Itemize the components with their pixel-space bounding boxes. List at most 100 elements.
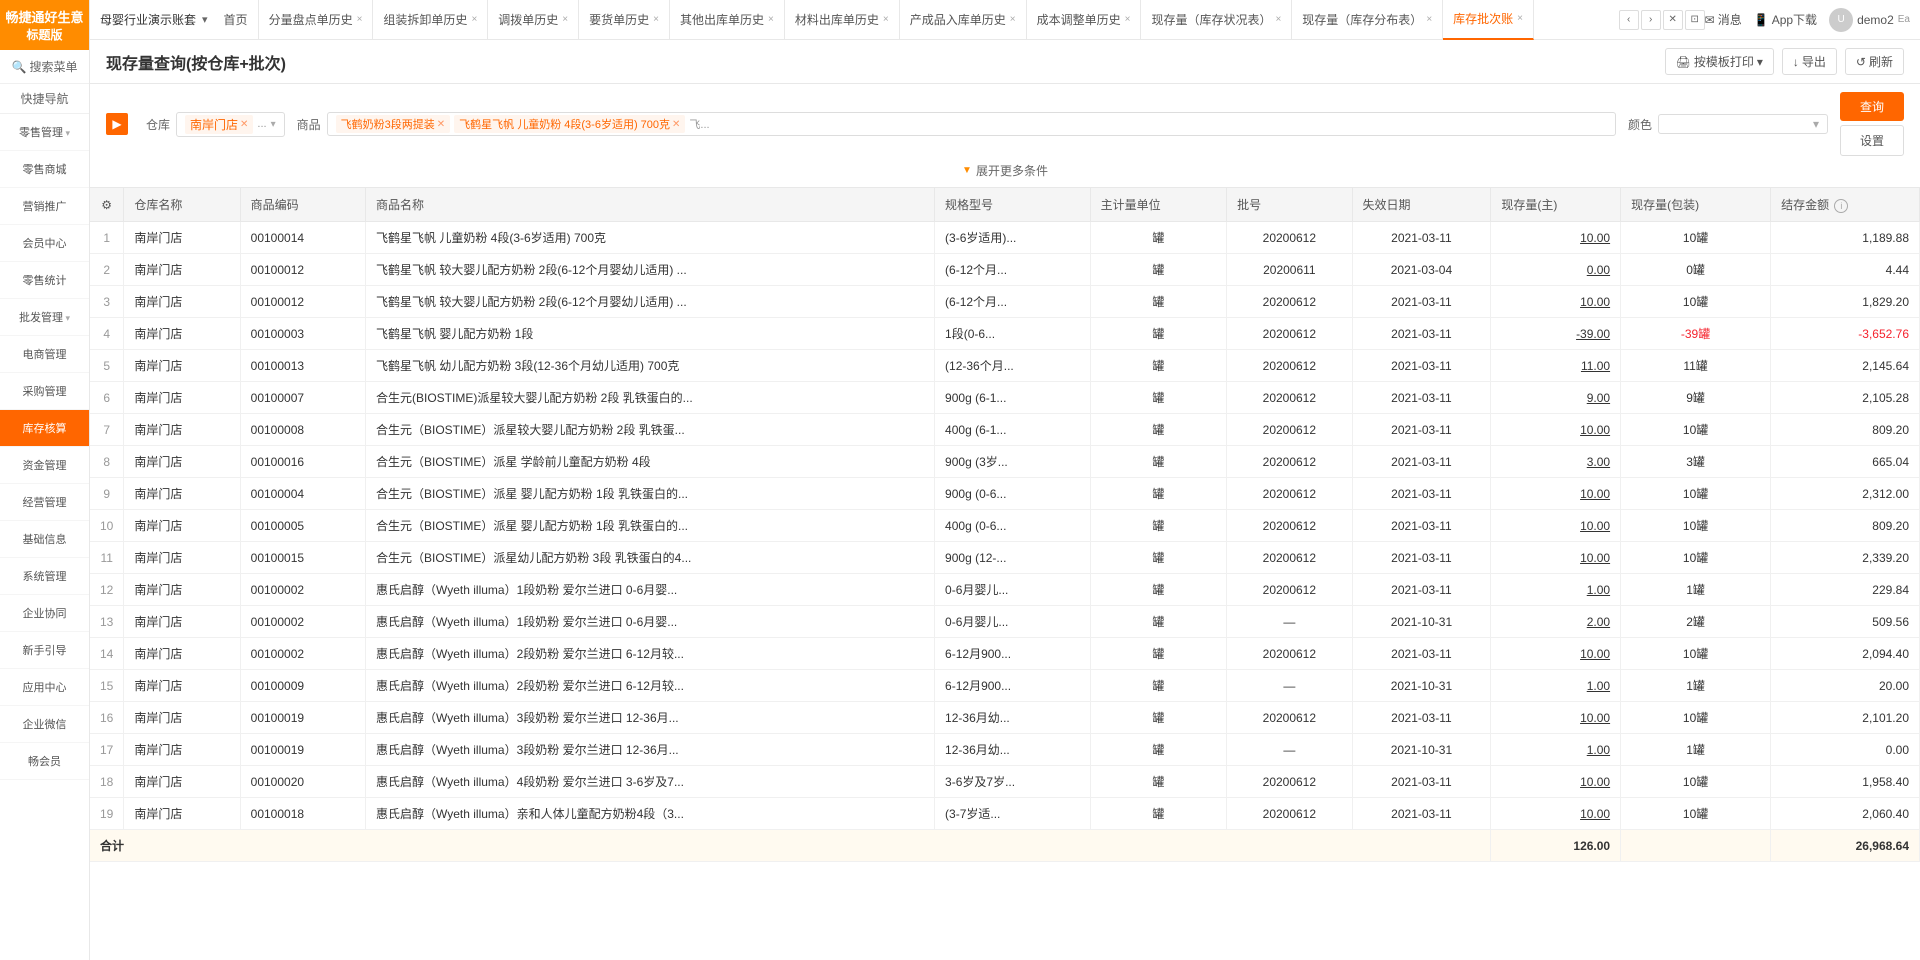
cell-qty-main[interactable]: 10.00: [1491, 542, 1621, 574]
warehouse-dropdown-icon[interactable]: ▾: [271, 119, 276, 130]
tab-close-btn[interactable]: ✕: [1663, 10, 1683, 30]
sidebar-item-inventory[interactable]: 库存核算: [0, 410, 89, 447]
cell-qty-main[interactable]: 10.00: [1491, 798, 1621, 830]
sidebar-search[interactable]: 🔍 搜索菜单: [0, 50, 89, 84]
sidebar-item-purchase-mgmt[interactable]: 采购管理: [0, 373, 89, 410]
template-print-btn[interactable]: 🖨 按模板打印 ▾: [1665, 48, 1774, 75]
sidebar-item-marketing[interactable]: 营销推广: [0, 188, 89, 225]
tab-close-7[interactable]: ×: [1010, 14, 1016, 25]
tab-label-11: 库存批次账: [1453, 10, 1513, 27]
query-btn[interactable]: 查询: [1840, 92, 1904, 121]
tab-2[interactable]: 组装拆卸单历史×: [373, 0, 488, 40]
sidebar-item-basic-info[interactable]: 基础信息: [0, 521, 89, 558]
user-avatar[interactable]: U demo2 Ea: [1829, 8, 1910, 32]
table-header-row: ⚙ 仓库名称 商品编码 商品名称 规格型号 主计量单位 批号 失效日期 现存量(…: [90, 188, 1920, 222]
app-download-btn[interactable]: 📱 App下载: [1754, 11, 1817, 28]
sidebar-item-member[interactable]: 畅会员: [0, 743, 89, 780]
product-tag-close-1[interactable]: ✕: [672, 119, 680, 130]
warehouse-tag-group[interactable]: 南岸门店 ✕ ... ▾: [176, 112, 285, 137]
cell-qty-main[interactable]: -39.00: [1491, 318, 1621, 350]
settings-btn[interactable]: 设置: [1840, 125, 1904, 156]
cell-warehouse: 南岸门店: [124, 286, 240, 318]
sidebar-item-new-guide[interactable]: 新手引导: [0, 632, 89, 669]
product-tag-close-0[interactable]: ✕: [437, 119, 445, 130]
tab-11[interactable]: 库存批次账 ×: [1443, 0, 1534, 40]
cell-qty-main[interactable]: 11.00: [1491, 350, 1621, 382]
export-btn[interactable]: ↓ 导出: [1782, 48, 1837, 75]
cell-qty-main[interactable]: 10.00: [1491, 702, 1621, 734]
cell-qty-main[interactable]: 1.00: [1491, 670, 1621, 702]
sidebar-item-ecommerce-mgmt[interactable]: 电商管理: [0, 336, 89, 373]
sidebar-item-retail-mall[interactable]: 零售商城: [0, 151, 89, 188]
balance-info-icon[interactable]: i: [1834, 199, 1848, 213]
tab-close-3[interactable]: ×: [562, 14, 568, 25]
tab-5[interactable]: 其他出库单历史×: [670, 0, 785, 40]
cell-qty-main[interactable]: 10.00: [1491, 510, 1621, 542]
tab-close-9[interactable]: ×: [1275, 14, 1281, 25]
tab-4[interactable]: 要货单历史×: [579, 0, 670, 40]
product-tag-group[interactable]: 飞鹤奶粉3段两提装✕飞鹤星飞帆 儿童奶粉 4段(3-6岁适用) 700克✕飞..…: [327, 112, 1616, 136]
product-tags-more[interactable]: 飞...: [689, 116, 709, 132]
tab-expand[interactable]: ⊡: [1685, 10, 1705, 30]
table-row: 1南岸门店00100014飞鹤星飞帆 儿童奶粉 4段(3-6岁适用) 700克(…: [90, 222, 1920, 254]
tab-close-10[interactable]: ×: [1426, 14, 1432, 25]
tab-close-6[interactable]: ×: [883, 14, 889, 25]
cell-qty-main[interactable]: 1.00: [1491, 734, 1621, 766]
cell-qty-main[interactable]: 10.00: [1491, 478, 1621, 510]
cell-qty-main[interactable]: 1.00: [1491, 574, 1621, 606]
message-btn[interactable]: ✉ 消息: [1705, 11, 1742, 28]
sidebar-item-corp-coop[interactable]: 企业协同: [0, 595, 89, 632]
template-dropdown-icon: ▾: [1757, 55, 1763, 69]
cell-qty-main[interactable]: 9.00: [1491, 382, 1621, 414]
refresh-btn[interactable]: ↺ 刷新: [1845, 48, 1904, 75]
sidebar-item-retail-mgmt[interactable]: 零售管理 ▾: [0, 114, 89, 151]
sidebar-item-finance-mgmt[interactable]: 资金管理: [0, 447, 89, 484]
color-select[interactable]: ▾: [1658, 114, 1828, 134]
cell-qty-pkg: -39罐: [1621, 318, 1771, 350]
expand-more-btn[interactable]: ▼ 展开更多条件: [962, 162, 1048, 179]
warehouse-more[interactable]: ...: [257, 118, 266, 130]
tab-close-8[interactable]: ×: [1125, 14, 1131, 25]
sidebar-item-member-center[interactable]: 会员中心: [0, 225, 89, 262]
tab-close-1[interactable]: ×: [357, 14, 363, 25]
warehouse-tag-close[interactable]: ✕: [240, 119, 248, 130]
cell-qty-main[interactable]: 2.00: [1491, 606, 1621, 638]
cell-unit: 罐: [1090, 798, 1227, 830]
filter-expand-btn[interactable]: ▶: [106, 113, 128, 135]
gear-icon[interactable]: ⚙: [101, 198, 112, 212]
cell-product-name: 飞鹤星飞帆 较大婴儿配方奶粉 2段(6-12个月婴幼儿适用) ...: [366, 286, 935, 318]
account-dropdown-icon[interactable]: ▾: [202, 13, 208, 26]
tab-8[interactable]: 成本调整单历史×: [1027, 0, 1142, 40]
sidebar-item-corp-wechat[interactable]: 企业微信: [0, 706, 89, 743]
cell-qty-main[interactable]: 0.00: [1491, 254, 1621, 286]
cell-qty-main[interactable]: 10.00: [1491, 638, 1621, 670]
tab-7[interactable]: 产成品入库单历史×: [900, 0, 1027, 40]
tab-1[interactable]: 分量盘点单历史×: [259, 0, 374, 40]
tab-10[interactable]: 现存量（库存分布表）×: [1292, 0, 1443, 40]
sidebar-shortcut[interactable]: 快捷导航: [0, 84, 89, 114]
sidebar-item-retail-stats[interactable]: 零售统计: [0, 262, 89, 299]
tab-scroll-left[interactable]: ‹: [1619, 10, 1639, 30]
cell-qty-main[interactable]: 10.00: [1491, 766, 1621, 798]
cell-qty-main[interactable]: 10.00: [1491, 286, 1621, 318]
sidebar-item-app-center[interactable]: 应用中心: [0, 669, 89, 706]
tab-close-4[interactable]: ×: [653, 14, 659, 25]
col-gear[interactable]: ⚙: [90, 188, 124, 222]
tab-6[interactable]: 材料出库单历史×: [785, 0, 900, 40]
cell-qty-main[interactable]: 3.00: [1491, 446, 1621, 478]
tab-scroll-right[interactable]: ›: [1641, 10, 1661, 30]
tab-3[interactable]: 调拨单历史×: [488, 0, 579, 40]
cell-qty-main[interactable]: 10.00: [1491, 414, 1621, 446]
cell-index: 5: [90, 350, 124, 382]
tab-close-2[interactable]: ×: [471, 14, 477, 25]
cell-batch: 20200612: [1227, 382, 1352, 414]
summary-balance: 26,968.64: [1771, 830, 1920, 862]
tab-0[interactable]: 首页: [214, 0, 259, 40]
sidebar-item-batch-mgmt[interactable]: 批发管理 ▾: [0, 299, 89, 336]
tab-9[interactable]: 现存量（库存状况表）×: [1141, 0, 1292, 40]
tab-close-5[interactable]: ×: [768, 14, 774, 25]
sidebar-item-ops-mgmt[interactable]: 经营管理: [0, 484, 89, 521]
tab-close-11[interactable]: ×: [1517, 13, 1523, 24]
cell-qty-main[interactable]: 10.00: [1491, 222, 1621, 254]
sidebar-item-sys-mgmt[interactable]: 系统管理: [0, 558, 89, 595]
